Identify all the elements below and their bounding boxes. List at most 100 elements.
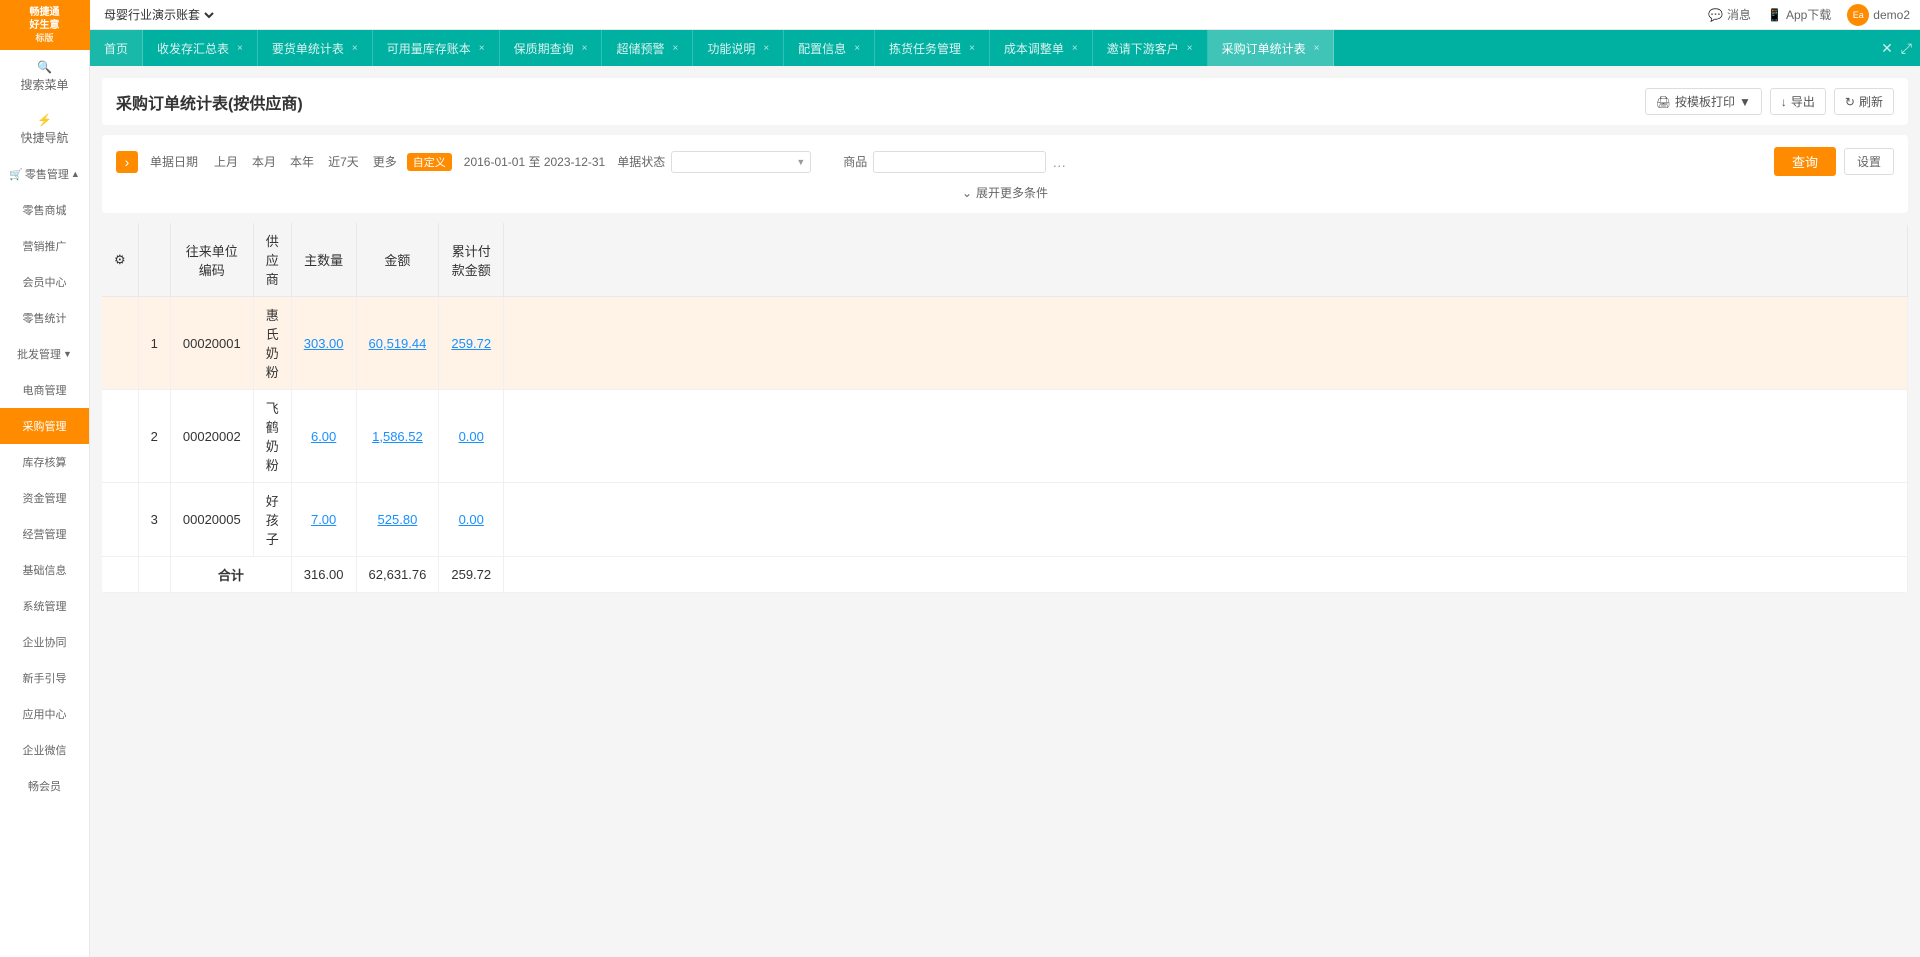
sidebar-item-basic[interactable]: 基础信息 <box>0 552 89 588</box>
cell-settings <box>102 297 138 390</box>
cell-quantity[interactable]: 6.00 <box>291 390 356 483</box>
export-icon: ↓ <box>1781 95 1787 109</box>
sidebar-item-member[interactable]: 会员中心 <box>0 264 89 300</box>
date-btn-last-month[interactable]: 上月 <box>210 151 242 172</box>
sidebar-item-label: 营销推广 <box>23 238 67 254</box>
refresh-button[interactable]: ↻ 刷新 <box>1834 88 1894 115</box>
sidebar-item-label: 零售管理 <box>25 166 69 182</box>
expand-filter-btn[interactable]: ⌄ 展开更多条件 <box>116 184 1894 201</box>
tab-close-icon[interactable]: × <box>237 43 243 54</box>
workspace-select[interactable]: 母婴行业演示账套 <box>100 7 217 23</box>
col-supplier: 供应商 <box>253 223 291 297</box>
cell-paid[interactable]: 259.72 <box>439 297 504 390</box>
sidebar-item-retail-stats[interactable]: 零售统计 <box>0 300 89 336</box>
sidebar-item-enterprise[interactable]: 企业协同 <box>0 624 89 660</box>
message-btn[interactable]: 💬 消息 <box>1708 6 1751 23</box>
date-btn-this-month[interactable]: 本月 <box>248 151 280 172</box>
sidebar-item-inventory[interactable]: 库存核算 <box>0 444 89 480</box>
cell-amount[interactable]: 1,586.52 <box>356 390 439 483</box>
sidebar-item-ecommerce[interactable]: 电商管理 <box>0 372 89 408</box>
tab-close-icon[interactable]: × <box>672 43 678 54</box>
col-extra <box>504 223 1908 297</box>
tab-close-icon[interactable]: × <box>1187 43 1193 54</box>
tab-home[interactable]: 首页 <box>90 30 143 66</box>
sidebar-item-enterprise-wechat[interactable]: 企业微信 <box>0 732 89 768</box>
sidebar-item-label: 零售商城 <box>23 202 67 218</box>
tab-shoufa[interactable]: 收发存汇总表 × <box>143 30 258 66</box>
tab-yaohuodantongji[interactable]: 要货单统计表 × <box>258 30 373 66</box>
settings-icon[interactable]: ⚙ <box>114 252 126 267</box>
sidebar-item-purchase[interactable]: 采购管理 <box>0 408 89 444</box>
tab-caigou[interactable]: 采购订单统计表 × <box>1208 30 1335 66</box>
cell-code: 00020002 <box>170 390 253 483</box>
sidebar-item-finance[interactable]: 资金管理 <box>0 480 89 516</box>
app-download-btn[interactable]: 📱 App下载 <box>1767 6 1831 23</box>
tab-peizhi[interactable]: 配置信息 × <box>784 30 875 66</box>
tab-label: 功能说明 <box>707 40 755 57</box>
tab-label: 可用量库存账本 <box>387 40 471 57</box>
goods-input[interactable] <box>873 151 1046 173</box>
data-table: ⚙ 往来单位编码 供应商 主数量 金额 累计付款金额 1 <box>102 223 1908 593</box>
sidebar-item-marketing[interactable]: 营销推广 <box>0 228 89 264</box>
date-btn-7days[interactable]: 近7天 <box>324 151 363 172</box>
tab-close-icon[interactable]: × <box>763 43 769 54</box>
cell-amount[interactable]: 525.80 <box>356 483 439 557</box>
date-filter-label: 单据日期 <box>150 153 198 170</box>
sidebar-item-quick-nav[interactable]: ⚡ 快捷导航 <box>0 103 89 156</box>
sidebar-item-retail[interactable]: 🛒 零售管理 ▲ <box>0 156 89 192</box>
tab-banhuo[interactable]: 拣货任务管理 × <box>875 30 990 66</box>
cell-amount[interactable]: 60,519.44 <box>356 297 439 390</box>
tab-close-icon[interactable]: × <box>1314 43 1320 54</box>
main-area: 母婴行业演示账套 💬 消息 📱 App下载 Ea demo2 首页 <box>90 0 1920 957</box>
tab-close-icon[interactable]: × <box>854 43 860 54</box>
message-icon: 💬 <box>1708 8 1723 22</box>
tab-yaoqing[interactable]: 邀请下游客户 × <box>1093 30 1208 66</box>
tab-chengben[interactable]: 成本调整单 × <box>990 30 1093 66</box>
sidebar-item-wholesale[interactable]: 批发管理 ▼ <box>0 336 89 372</box>
tab-baozhi[interactable]: 保质期查询 × <box>500 30 603 66</box>
tab-close-icon[interactable]: × <box>969 43 975 54</box>
status-select-wrapper <box>671 151 811 173</box>
sidebar-item-label: 新手引导 <box>23 670 67 686</box>
quick-nav-icon: ⚡ <box>37 113 52 127</box>
sidebar-item-member2[interactable]: 畅会员 <box>0 768 89 804</box>
cell-quantity[interactable]: 7.00 <box>291 483 356 557</box>
print-button[interactable]: 🖨 按模板打印 ▼ <box>1645 88 1762 115</box>
cell-supplier: 惠氏奶粉 <box>253 297 291 390</box>
cell-supplier: 好孩子 <box>253 483 291 557</box>
tab-label: 首页 <box>104 40 128 57</box>
cell-paid[interactable]: 0.00 <box>439 483 504 557</box>
sidebar-item-search[interactable]: 🔍 搜索菜单 <box>0 50 89 103</box>
more-options-icon[interactable]: … <box>1052 154 1066 170</box>
tab-close-all-icon[interactable]: ✕ <box>1881 40 1893 57</box>
sidebar-item-retail-mall[interactable]: 零售商城 <box>0 192 89 228</box>
tab-close-icon[interactable]: × <box>1072 43 1078 54</box>
tab-close-icon[interactable]: × <box>352 43 358 54</box>
export-button[interactable]: ↓ 导出 <box>1770 88 1826 115</box>
query-button[interactable]: 查询 <box>1774 147 1836 176</box>
table-row: 2 00020002 飞鹤奶粉 6.00 1,586.52 0.00 <box>102 390 1908 483</box>
topbar: 母婴行业演示账套 💬 消息 📱 App下载 Ea demo2 <box>90 0 1920 30</box>
date-btn-more[interactable]: 更多 <box>369 151 401 172</box>
cell-quantity[interactable]: 303.00 <box>291 297 356 390</box>
sidebar-item-app-center[interactable]: 应用中心 <box>0 696 89 732</box>
filter-toggle-btn[interactable]: › <box>116 151 138 173</box>
sidebar-item-operation[interactable]: 经营管理 <box>0 516 89 552</box>
sidebar-item-label: 系统管理 <box>23 598 67 614</box>
tab-gongneng[interactable]: 功能说明 × <box>693 30 784 66</box>
settings-button[interactable]: 设置 <box>1844 148 1894 175</box>
page-header-actions: 🖨 按模板打印 ▼ ↓ 导出 ↻ 刷新 <box>1645 88 1894 115</box>
sidebar-item-system[interactable]: 系统管理 <box>0 588 89 624</box>
tab-close-icon[interactable]: × <box>582 43 588 54</box>
user-avatar-btn[interactable]: Ea demo2 <box>1847 4 1910 26</box>
sidebar-item-newbie[interactable]: 新手引导 <box>0 660 89 696</box>
date-btn-this-year[interactable]: 本年 <box>286 151 318 172</box>
cell-paid[interactable]: 0.00 <box>439 390 504 483</box>
custom-date-badge: 自定义 <box>407 153 452 171</box>
col-paid: 累计付款金额 <box>439 223 504 297</box>
tab-keyongliang[interactable]: 可用量库存账本 × <box>373 30 500 66</box>
status-select[interactable] <box>671 151 811 173</box>
tab-maximize-icon[interactable]: ⤢ <box>1901 40 1912 57</box>
tab-close-icon[interactable]: × <box>479 43 485 54</box>
tab-chaochu[interactable]: 超储预警 × <box>602 30 693 66</box>
